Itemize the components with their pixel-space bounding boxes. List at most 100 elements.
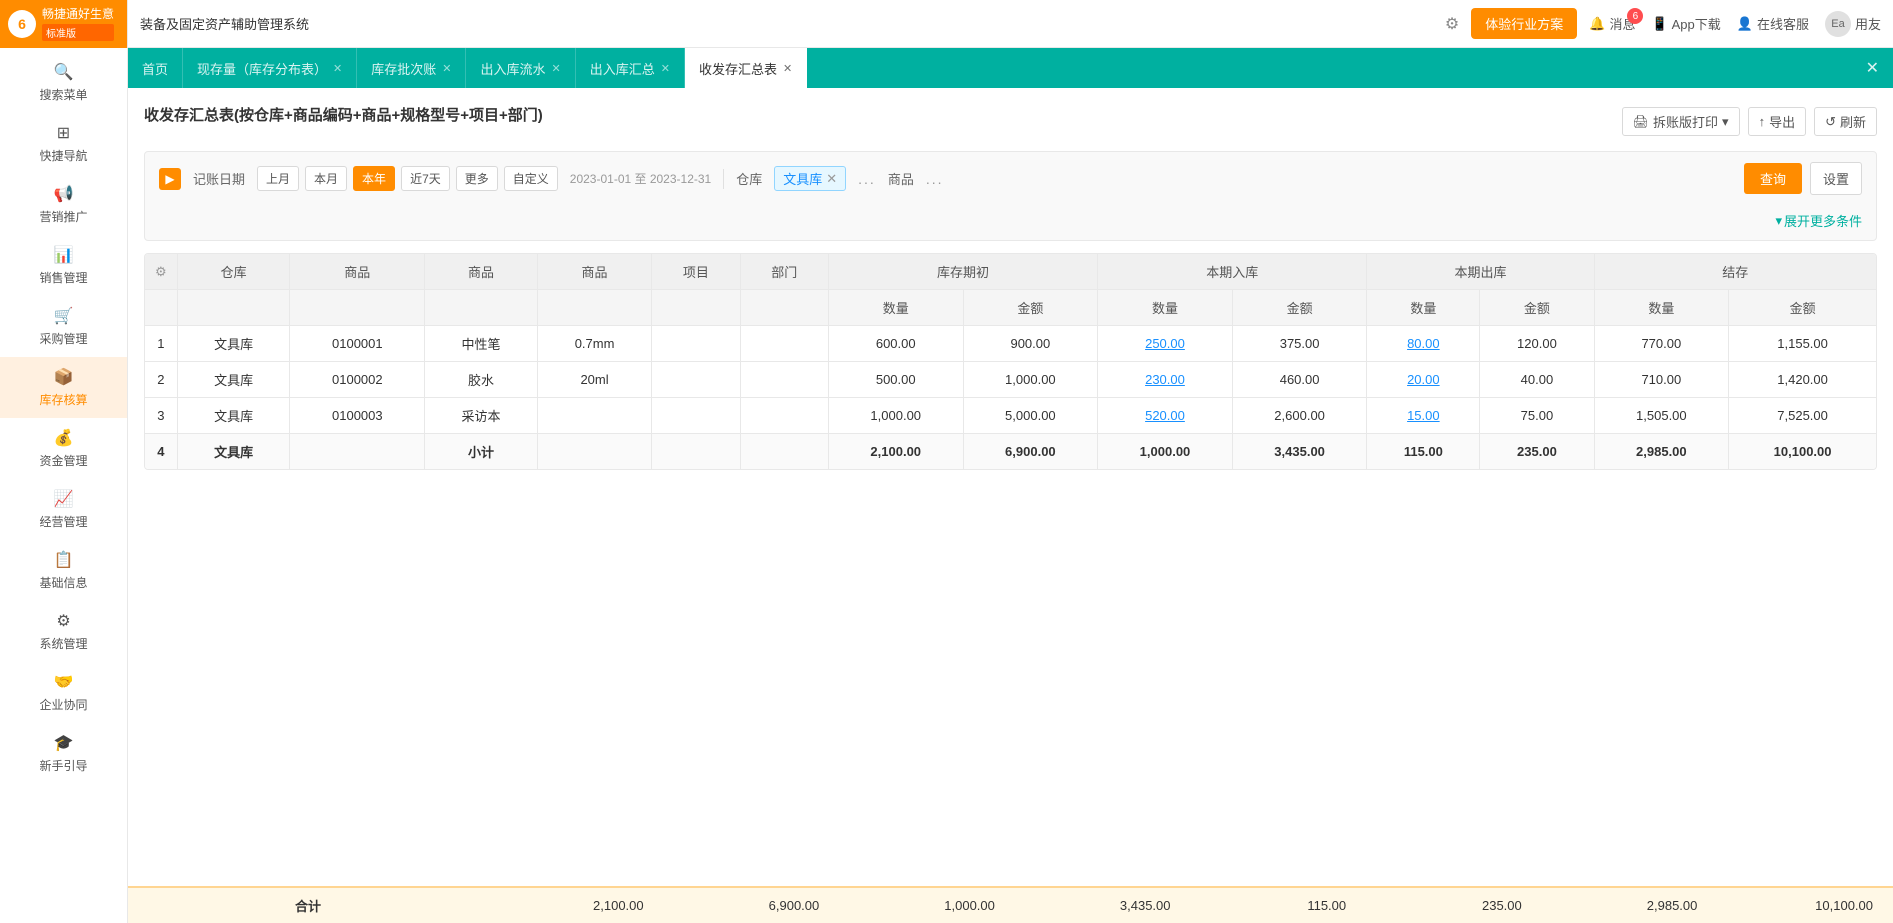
table-row: 3文具库0100003采访本1,000.005,000.00520.002,60… — [145, 398, 1876, 434]
row-in-qty[interactable]: 230.00 — [1098, 362, 1233, 398]
topbar-right: 🔔 消息 6 📱 App下载 👤 在线客服 Ea 用友 — [1589, 11, 1881, 37]
sidebar-item-system[interactable]: ⚙ 系统管理 — [0, 601, 127, 662]
print-button[interactable]: 🖨 拆账版打印 ▾ — [1622, 107, 1740, 136]
tab-close-icon[interactable]: ✕ — [661, 62, 670, 75]
export-button[interactable]: ↑ 导出 — [1748, 107, 1807, 136]
message-button[interactable]: 🔔 消息 6 — [1589, 14, 1635, 33]
date-btn-last-month[interactable]: 上月 — [257, 166, 299, 191]
sidebar-nav: 🔍 搜索菜单 ⊞ 快捷导航 📢 营销推广 📊 销售管理 🛒 采购管理 📦 库存核… — [0, 48, 127, 923]
warehouse-tag-close[interactable]: ✕ — [826, 171, 837, 187]
sidebar-item-enterprise[interactable]: 🤝 企业协同 — [0, 662, 127, 723]
row-out-qty[interactable]: 15.00 — [1367, 398, 1480, 434]
sidebar-item-sales[interactable]: 📊 销售管理 — [0, 235, 127, 296]
col-settings-header[interactable]: ⚙ — [145, 254, 177, 290]
filter-row-1: ▶ 记账日期 上月 本月 本年 近7天 更多 自定义 2023-01-01 至 … — [159, 162, 1862, 195]
row-out-qty[interactable]: 80.00 — [1367, 326, 1480, 362]
row-name: 小计 — [425, 434, 538, 470]
row-out-amt: 75.00 — [1480, 398, 1594, 434]
tab-close-icon[interactable]: ✕ — [783, 62, 792, 75]
sidebar-item-newbie[interactable]: 🎓 新手引导 — [0, 723, 127, 784]
row-in-qty[interactable]: 520.00 — [1098, 398, 1233, 434]
link-row-out-qty[interactable]: 80.00 — [1407, 336, 1440, 351]
sidebar: 6 畅捷通好生意 标准版 🔍 搜索菜单 ⊞ 快捷导航 📢 营销推广 📊 销售管理… — [0, 0, 128, 923]
table-row: 2文具库0100002胶水20ml500.001,000.00230.00460… — [145, 362, 1876, 398]
goods-more-icon[interactable]: ... — [926, 171, 944, 187]
tab-home-label: 首页 — [142, 59, 168, 78]
row-in-qty[interactable]: 1,000.00 — [1098, 434, 1233, 470]
sidebar-item-finance[interactable]: 💰 资金管理 — [0, 418, 127, 479]
table-settings-button[interactable]: 设置 — [1810, 162, 1862, 195]
warehouse-filter-tag[interactable]: 文具库 ✕ — [774, 166, 846, 191]
tab-close-icon[interactable]: ✕ — [442, 62, 451, 75]
row-spec: 0.7mm — [537, 326, 651, 362]
sidebar-item-basic-info[interactable]: 📋 基础信息 — [0, 540, 127, 601]
chart-icon: 📊 — [54, 245, 74, 265]
date-btn-more[interactable]: 更多 — [456, 166, 498, 191]
footer-in-amt: 3,435.00 — [1005, 898, 1181, 913]
sidebar-item-purchase[interactable]: 🛒 采购管理 — [0, 296, 127, 357]
row-bal-amt: 10,100.00 — [1729, 434, 1876, 470]
home-icon: ⊞ — [57, 123, 70, 143]
link-row-in-qty[interactable]: 230.00 — [1145, 372, 1185, 387]
link-row-in-qty[interactable]: 250.00 — [1145, 336, 1185, 351]
tab-summary[interactable]: 出入库汇总 ✕ — [576, 48, 685, 88]
app-download-button[interactable]: 📱 App下载 — [1651, 14, 1720, 33]
mobile-icon: 📱 — [1651, 16, 1667, 32]
tab-stock-dist[interactable]: 现存量（库存分布表） ✕ — [183, 48, 357, 88]
tab-recv-send[interactable]: 收发存汇总表 ✕ — [685, 48, 807, 88]
warehouse-more-icon[interactable]: ... — [858, 171, 876, 187]
date-btn-7days[interactable]: 近7天 — [401, 166, 450, 191]
tab-close-all-icon[interactable]: ✕ — [1852, 58, 1893, 78]
trial-button[interactable]: 体验行业方案 — [1471, 8, 1577, 39]
sidebar-item-search[interactable]: 🔍 搜索菜单 — [0, 52, 127, 113]
online-service-button[interactable]: 👤 在线客服 — [1737, 14, 1809, 33]
row-out-qty[interactable]: 115.00 — [1367, 434, 1480, 470]
sidebar-item-inventory[interactable]: 📦 库存核算 — [0, 357, 127, 418]
expand-more-label: 展开更多条件 — [1784, 211, 1862, 230]
user-name: 用友 — [1855, 14, 1881, 33]
row-code: 0100001 — [290, 326, 425, 362]
date-btn-this-month[interactable]: 本月 — [305, 166, 347, 191]
tab-batch[interactable]: 库存批次账 ✕ — [357, 48, 466, 88]
settings-icon[interactable]: ⚙ — [1445, 14, 1459, 34]
tab-flow[interactable]: 出入库流水 ✕ — [466, 48, 575, 88]
row-name: 采访本 — [425, 398, 538, 434]
link-row-out-qty[interactable]: 15.00 — [1407, 408, 1440, 423]
th-open-amt: 金额 — [963, 290, 1098, 326]
expand-more-filters[interactable]: ▾ 展开更多条件 — [1775, 211, 1862, 230]
link-row-out-qty[interactable]: 20.00 — [1407, 372, 1440, 387]
sidebar-item-marketing[interactable]: 📢 营销推广 — [0, 174, 127, 235]
refresh-label: 刷新 — [1840, 112, 1866, 131]
tab-summary-label: 出入库汇总 — [590, 59, 655, 78]
row-out-qty[interactable]: 20.00 — [1367, 362, 1480, 398]
filter-expand-icon[interactable]: ▶ — [159, 168, 181, 190]
sidebar-item-operations[interactable]: 📈 经营管理 — [0, 479, 127, 540]
th-name: 商品 — [425, 254, 538, 290]
row-open-amt: 900.00 — [963, 326, 1098, 362]
table-row: 4文具库小计2,100.006,900.001,000.003,435.0011… — [145, 434, 1876, 470]
filter-divider — [723, 169, 724, 189]
date-btn-custom[interactable]: 自定义 — [504, 166, 558, 191]
footer-bal-amt: 10,100.00 — [1707, 898, 1883, 913]
sidebar-logo: 6 畅捷通好生意 标准版 — [0, 0, 127, 48]
warehouse-filter-label: 仓库 — [736, 169, 762, 188]
date-btn-this-year[interactable]: 本年 — [353, 166, 395, 191]
row-open-qty: 500.00 — [828, 362, 963, 398]
link-row-in-qty[interactable]: 520.00 — [1145, 408, 1185, 423]
tab-close-icon[interactable]: ✕ — [552, 62, 561, 75]
system-name: 装备及固定资产辅助管理系统 — [140, 14, 1433, 33]
tab-close-icon[interactable]: ✕ — [333, 62, 342, 75]
th-outbound: 本期出库 — [1367, 254, 1594, 290]
th-out-amt: 金额 — [1480, 290, 1594, 326]
query-button[interactable]: 查询 — [1744, 163, 1802, 194]
sidebar-item-quick-nav[interactable]: ⊞ 快捷导航 — [0, 113, 127, 174]
date-filter-buttons: 上月 本月 本年 近7天 更多 自定义 — [257, 166, 558, 191]
user-menu[interactable]: Ea 用友 — [1825, 11, 1881, 37]
row-num: 3 — [145, 398, 177, 434]
row-in-qty[interactable]: 250.00 — [1098, 326, 1233, 362]
tab-home[interactable]: 首页 — [128, 48, 183, 88]
filter-bar: ▶ 记账日期 上月 本月 本年 近7天 更多 自定义 2023-01-01 至 … — [144, 151, 1877, 241]
footer-in-qty: 1,000.00 — [829, 898, 1005, 913]
row-dept — [740, 326, 828, 362]
refresh-button[interactable]: ↺ 刷新 — [1814, 107, 1877, 136]
